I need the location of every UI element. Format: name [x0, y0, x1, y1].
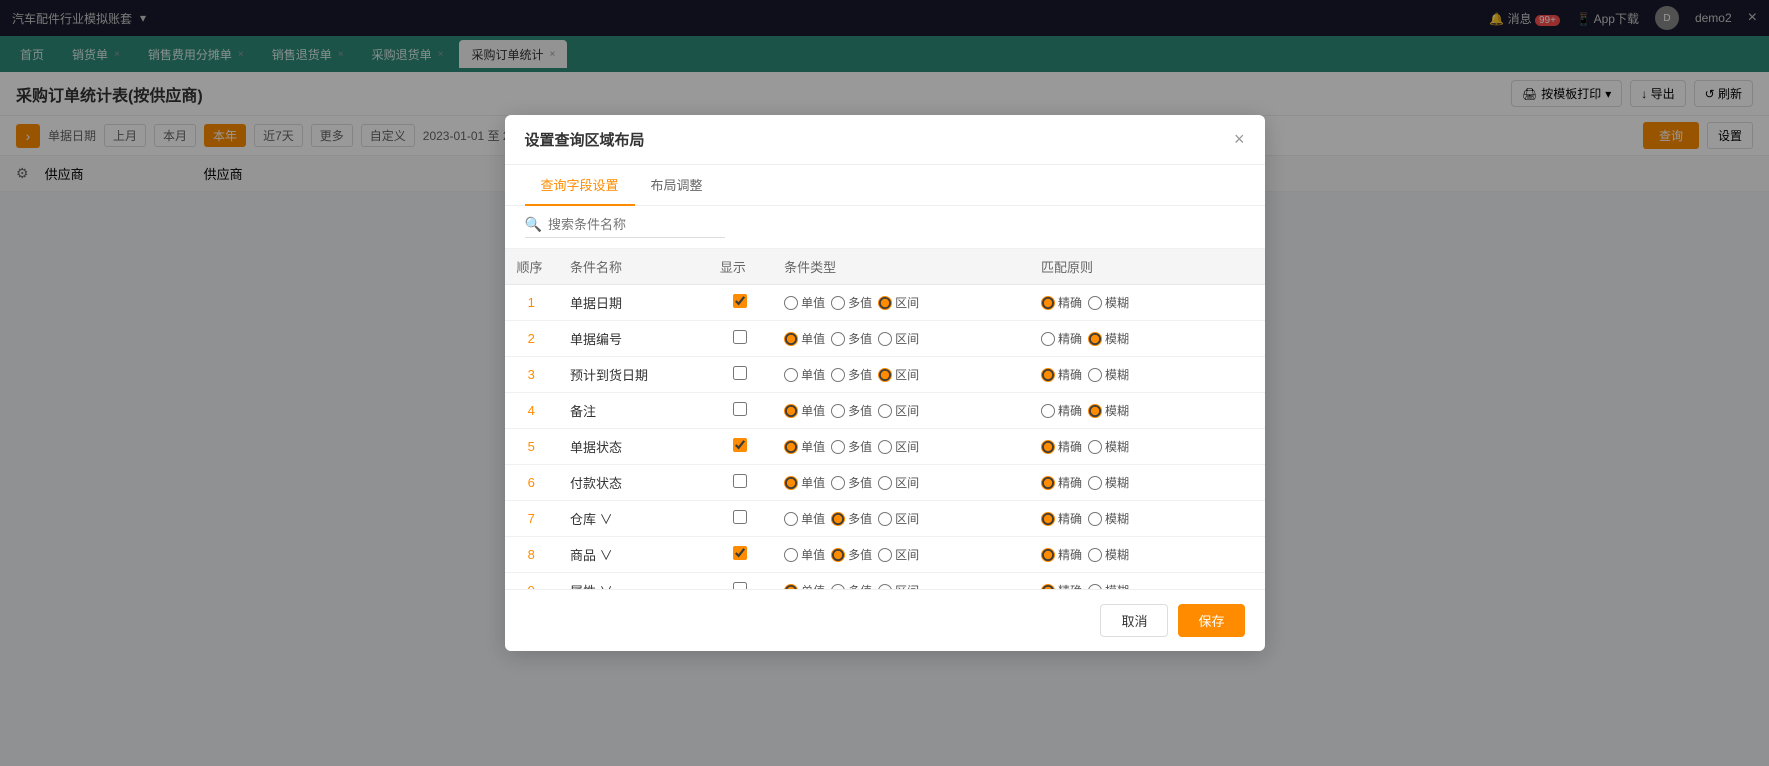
search-box: 🔍 [525, 216, 725, 238]
row-show-0[interactable] [708, 285, 772, 321]
dialog-search-area: 🔍 [505, 206, 1265, 249]
tab-fields[interactable]: 查询字段设置 [525, 165, 635, 206]
dialog-header: 设置查询区域布局 × [505, 115, 1265, 165]
row-order-7: 8 [505, 537, 559, 573]
row-show-1[interactable] [708, 321, 772, 357]
table-row: 2单据编号 单值多值区间精确模糊 [505, 321, 1265, 357]
row-name-0: 单据日期 [558, 285, 708, 321]
row-name-1: 单据编号 [558, 321, 708, 357]
dialog-tabs: 查询字段设置 布局调整 [505, 165, 1265, 206]
th-order: 顺序 [505, 249, 559, 285]
row-show-3[interactable] [708, 393, 772, 429]
row-order-1: 2 [505, 321, 559, 357]
row-type-1: 单值多值区间 [772, 321, 1029, 357]
row-rule-0: 精确模糊 [1029, 285, 1265, 321]
row-rule-5: 精确模糊 [1029, 465, 1265, 501]
table-row: 4备注 单值多值区间精确模糊 [505, 393, 1265, 429]
conditions-table-scroll: 顺序 条件名称 显示 条件类型 匹配原则 1单据日期单值多值区间精确模糊2单据编… [505, 249, 1265, 589]
modal-overlay: 设置查询区域布局 × 查询字段设置 布局调整 🔍 顺序 [0, 0, 1769, 766]
row-type-7: 单值多值区间 [772, 537, 1029, 573]
row-show-6[interactable] [708, 501, 772, 537]
row-rule-3: 精确模糊 [1029, 393, 1265, 429]
th-rule: 匹配原则 [1029, 249, 1265, 285]
row-order-0: 1 [505, 285, 559, 321]
row-rule-6: 精确模糊 [1029, 501, 1265, 537]
row-show-2[interactable] [708, 357, 772, 393]
tab-layout[interactable]: 布局调整 [635, 165, 719, 206]
row-order-4: 5 [505, 429, 559, 465]
row-show-5[interactable] [708, 465, 772, 501]
row-order-6: 7 [505, 501, 559, 537]
th-show: 显示 [708, 249, 772, 285]
row-type-2: 单值多值区间 [772, 357, 1029, 393]
show-checkbox-6[interactable] [733, 510, 747, 524]
search-input[interactable] [548, 217, 725, 232]
row-type-5: 单值多值区间 [772, 465, 1029, 501]
row-show-4[interactable] [708, 429, 772, 465]
row-rule-7: 精确模糊 [1029, 537, 1265, 573]
row-name-6: 仓库 ∨ [558, 501, 708, 537]
row-type-0: 单值多值区间 [772, 285, 1029, 321]
row-name-5: 付款状态 [558, 465, 708, 501]
th-name: 条件名称 [558, 249, 708, 285]
show-checkbox-0[interactable] [733, 294, 747, 308]
row-rule-4: 精确模糊 [1029, 429, 1265, 465]
row-name-2: 预计到货日期 [558, 357, 708, 393]
row-order-3: 4 [505, 393, 559, 429]
table-row: 3预计到货日期 单值多值区间精确模糊 [505, 357, 1265, 393]
show-checkbox-8[interactable] [733, 582, 747, 589]
dialog-footer: 取消 保存 [505, 589, 1265, 651]
row-name-8: 属性 ∨ [558, 573, 708, 590]
th-type: 条件类型 [772, 249, 1029, 285]
show-checkbox-3[interactable] [733, 402, 747, 416]
table-row: 1单据日期 单值多值区间精确模糊 [505, 285, 1265, 321]
table-row: 8商品 ∨ 单值多值区间精确模糊 [505, 537, 1265, 573]
table-row: 9属性 ∨ 单值多值区间精确模糊 [505, 573, 1265, 590]
row-rule-2: 精确模糊 [1029, 357, 1265, 393]
row-name-4: 单据状态 [558, 429, 708, 465]
table-row: 6付款状态 单值多值区间精确模糊 [505, 465, 1265, 501]
row-type-3: 单值多值区间 [772, 393, 1029, 429]
table-header-row: 顺序 条件名称 显示 条件类型 匹配原则 [505, 249, 1265, 285]
dialog-title: 设置查询区域布局 [525, 129, 645, 150]
row-rule-1: 精确模糊 [1029, 321, 1265, 357]
row-show-7[interactable] [708, 537, 772, 573]
row-type-8: 单值多值区间 [772, 573, 1029, 590]
show-checkbox-2[interactable] [733, 366, 747, 380]
table-row: 7仓库 ∨ 单值多值区间精确模糊 [505, 501, 1265, 537]
show-checkbox-4[interactable] [733, 438, 747, 452]
row-name-3: 备注 [558, 393, 708, 429]
row-order-2: 3 [505, 357, 559, 393]
row-rule-8: 精确模糊 [1029, 573, 1265, 590]
row-show-8[interactable] [708, 573, 772, 590]
row-order-8: 9 [505, 573, 559, 590]
search-icon: 🔍 [525, 216, 542, 233]
table-row: 5单据状态 单值多值区间精确模糊 [505, 429, 1265, 465]
dialog-close-button[interactable]: × [1234, 129, 1245, 150]
settings-dialog: 设置查询区域布局 × 查询字段设置 布局调整 🔍 顺序 [505, 115, 1265, 651]
row-type-6: 单值多值区间 [772, 501, 1029, 537]
row-type-4: 单值多值区间 [772, 429, 1029, 465]
row-order-5: 6 [505, 465, 559, 501]
save-button[interactable]: 保存 [1178, 604, 1244, 637]
show-checkbox-7[interactable] [733, 546, 747, 560]
cancel-button[interactable]: 取消 [1100, 604, 1168, 637]
conditions-table: 顺序 条件名称 显示 条件类型 匹配原则 1单据日期单值多值区间精确模糊2单据编… [505, 249, 1265, 589]
show-checkbox-1[interactable] [733, 330, 747, 344]
row-name-7: 商品 ∨ [558, 537, 708, 573]
show-checkbox-5[interactable] [733, 474, 747, 488]
